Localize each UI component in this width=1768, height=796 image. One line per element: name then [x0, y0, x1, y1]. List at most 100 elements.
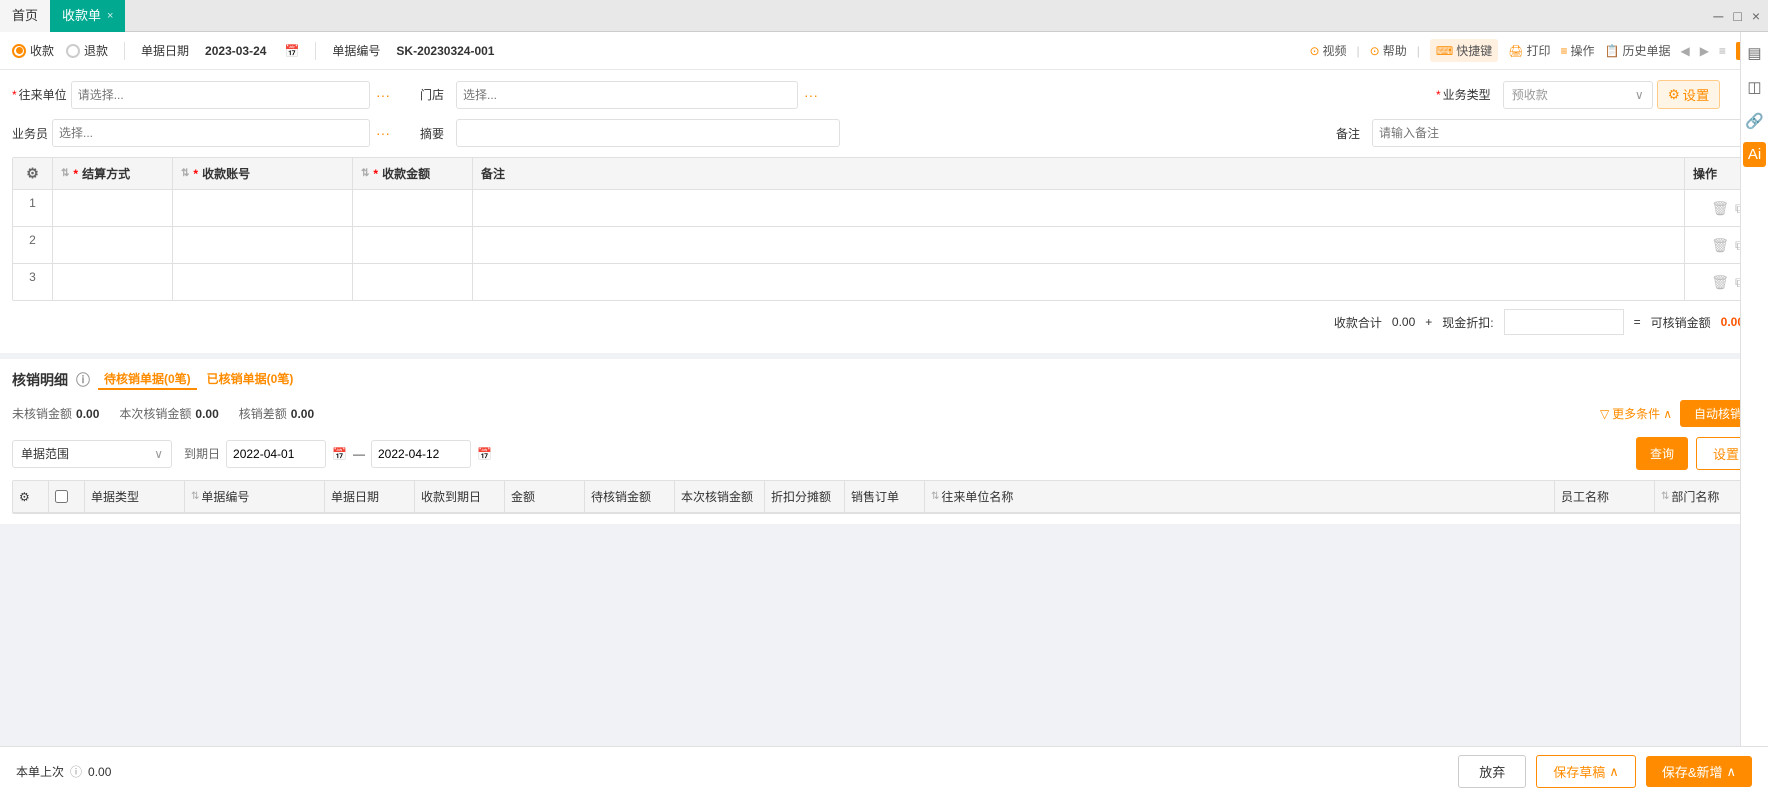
table-header: ⚙ ⇅ * 结算方式 ⇅ * 收款账号 ⇅ * 收款金额 备注 操作	[13, 158, 1755, 190]
business-dropdown[interactable]: 预收款 ∨	[1503, 81, 1653, 109]
print-btn[interactable]: 🖨 打印	[1508, 42, 1550, 59]
cal-icon-to[interactable]: 📅	[477, 447, 492, 461]
shop-input[interactable]	[456, 81, 798, 109]
row-2-account[interactable]	[173, 227, 353, 263]
remark-field: 备注	[1336, 119, 1756, 147]
help-btn[interactable]: ⊙ 帮助	[1370, 42, 1407, 59]
summary-input[interactable]	[456, 119, 840, 147]
equals-sign: =	[1634, 315, 1641, 329]
remark-input[interactable]	[1372, 119, 1756, 147]
staff-label: 业务员	[12, 125, 48, 142]
nav-prev-icon[interactable]: ◀	[1680, 44, 1689, 58]
date-value: 2023-03-24	[205, 44, 266, 58]
summary-field: 摘要	[420, 119, 840, 147]
layout-list-icon[interactable]: ≡	[1719, 44, 1726, 58]
tab-pending[interactable]: 待核销单据(0笔)	[98, 369, 197, 390]
abandon-btn[interactable]: 放弃	[1458, 755, 1526, 788]
row-1-num: 1	[13, 190, 53, 226]
tab-home[interactable]: 首页	[0, 0, 50, 32]
bth-partner: ⇅ 往来单位名称	[925, 481, 1555, 512]
row-1-amount[interactable]	[353, 190, 473, 226]
range-select[interactable]: 单据范围 ∨	[12, 440, 172, 468]
staff-field: 业务员 ···	[12, 119, 392, 147]
row-3-account[interactable]	[173, 264, 353, 300]
bth-discount: 折扣分摊额	[765, 481, 845, 512]
nav-next-icon[interactable]: ▶	[1700, 44, 1709, 58]
total-row: 收款合计 0.00 + 现金折扣: = 可核销金额 0.00	[12, 301, 1756, 343]
bth-gear[interactable]: ⚙	[13, 481, 49, 512]
row-2-delete-icon[interactable]: 🗑	[1711, 237, 1729, 254]
calendar-icon[interactable]: 📅	[284, 44, 299, 58]
more-conditions-btn[interactable]: ▽ 更多条件 ∧	[1600, 405, 1672, 422]
row-1-delete-icon[interactable]: 🗑	[1711, 200, 1729, 217]
chevron-up-icon: ∧	[1663, 407, 1672, 421]
history-btn[interactable]: 📋 历史单据	[1604, 42, 1670, 59]
partner-label: *往来单位	[12, 86, 67, 103]
row-3-payment[interactable]	[53, 264, 173, 300]
sidebar-doc-icon[interactable]: ◫	[1743, 74, 1765, 100]
tab-done[interactable]: 已核销单据(0笔)	[201, 369, 300, 390]
section-title-row: 核销明细 ⓘ 待核销单据(0笔) 已核销单据(0笔)	[12, 369, 1756, 390]
staff-more-btn[interactable]: ···	[374, 125, 392, 141]
btable-gear-icon[interactable]: ⚙	[19, 490, 30, 504]
row-3-remark[interactable]	[473, 264, 1685, 300]
partner-input[interactable]	[71, 81, 370, 109]
row-1-payment[interactable]	[53, 190, 173, 226]
bth-type: 单据类型	[85, 481, 185, 512]
cal-icon-from[interactable]: 📅	[332, 447, 347, 461]
close-window-icon[interactable]: ×	[1752, 8, 1760, 24]
history-icon: 📋	[1604, 44, 1619, 58]
stat-diff: 核销差额 0.00	[239, 405, 314, 422]
date-to-input[interactable]	[371, 440, 471, 468]
query-btn[interactable]: 查询	[1636, 437, 1688, 470]
table-gear-icon[interactable]: ⚙	[26, 165, 39, 182]
print-icon: 🖨	[1508, 44, 1523, 58]
bth-date: 单据日期	[325, 481, 415, 512]
select-all-checkbox[interactable]	[55, 490, 68, 503]
row-2-payment[interactable]	[53, 227, 173, 263]
staff-input[interactable]	[52, 119, 370, 147]
date-from-input[interactable]	[226, 440, 326, 468]
discount-input[interactable]	[1504, 309, 1624, 335]
num-label: 单据编号	[332, 42, 380, 59]
row-2-amount[interactable]	[353, 227, 473, 263]
bth-checkbox[interactable]	[49, 481, 85, 512]
footer-left: 本单上次 ⓘ 0.00	[16, 763, 111, 780]
video-btn[interactable]: ⊙ 视频	[1309, 42, 1346, 59]
shortcut-btn[interactable]: ⌨ 快捷键	[1430, 39, 1498, 62]
minimize-icon[interactable]: ─	[1713, 8, 1723, 24]
partner-field: *往来单位 ···	[12, 81, 392, 109]
tab-current[interactable]: 收款单 ×	[50, 0, 125, 32]
row-2-remark[interactable]	[473, 227, 1685, 263]
stat-unreconciled: 未核销金额 0.00	[12, 405, 99, 422]
save-draft-btn[interactable]: 保存草稿 ∧	[1536, 755, 1636, 788]
sidebar-link-icon[interactable]: 🔗	[1741, 108, 1768, 134]
table-row: 1 🗑 ⧉	[13, 190, 1755, 227]
sidebar-table-icon[interactable]: ▤	[1743, 40, 1765, 66]
footer-info-icon[interactable]: ⓘ	[70, 763, 82, 780]
table-gear-cell[interactable]: ⚙	[13, 158, 53, 189]
business-setting-btn[interactable]: ⚙ 设置	[1657, 80, 1721, 109]
tab-close-icon[interactable]: ×	[107, 0, 113, 32]
maximize-icon[interactable]: □	[1733, 8, 1741, 24]
row-3-delete-icon[interactable]: 🗑	[1711, 274, 1729, 291]
save-new-btn[interactable]: 保存&新增 ∧	[1646, 756, 1752, 787]
row-1-account[interactable]	[173, 190, 353, 226]
partner-more-btn[interactable]: ···	[374, 87, 392, 103]
radio-refund[interactable]: 退款	[66, 42, 108, 59]
shop-label: 门店	[420, 86, 444, 103]
video-icon: ⊙	[1309, 44, 1319, 58]
radio-receive[interactable]: 收款	[12, 42, 54, 59]
operation-btn[interactable]: ≡ 操作	[1560, 42, 1594, 59]
reconcile-info-icon[interactable]: ⓘ	[76, 370, 90, 390]
summary-label: 摘要	[420, 125, 444, 142]
plus-sign: +	[1425, 315, 1432, 329]
sidebar-ai-icon[interactable]: Ai	[1743, 142, 1766, 167]
shop-more-btn[interactable]: ···	[802, 87, 820, 103]
receipt-table: ⚙ ⇅ * 结算方式 ⇅ * 收款账号 ⇅ * 收款金额 备注 操作	[12, 157, 1756, 301]
due-label: 到期日	[184, 445, 220, 462]
row-3-amount[interactable]	[353, 264, 473, 300]
reconcile-title: 核销明细	[12, 370, 68, 390]
row-1-remark[interactable]	[473, 190, 1685, 226]
separator2	[315, 42, 316, 60]
